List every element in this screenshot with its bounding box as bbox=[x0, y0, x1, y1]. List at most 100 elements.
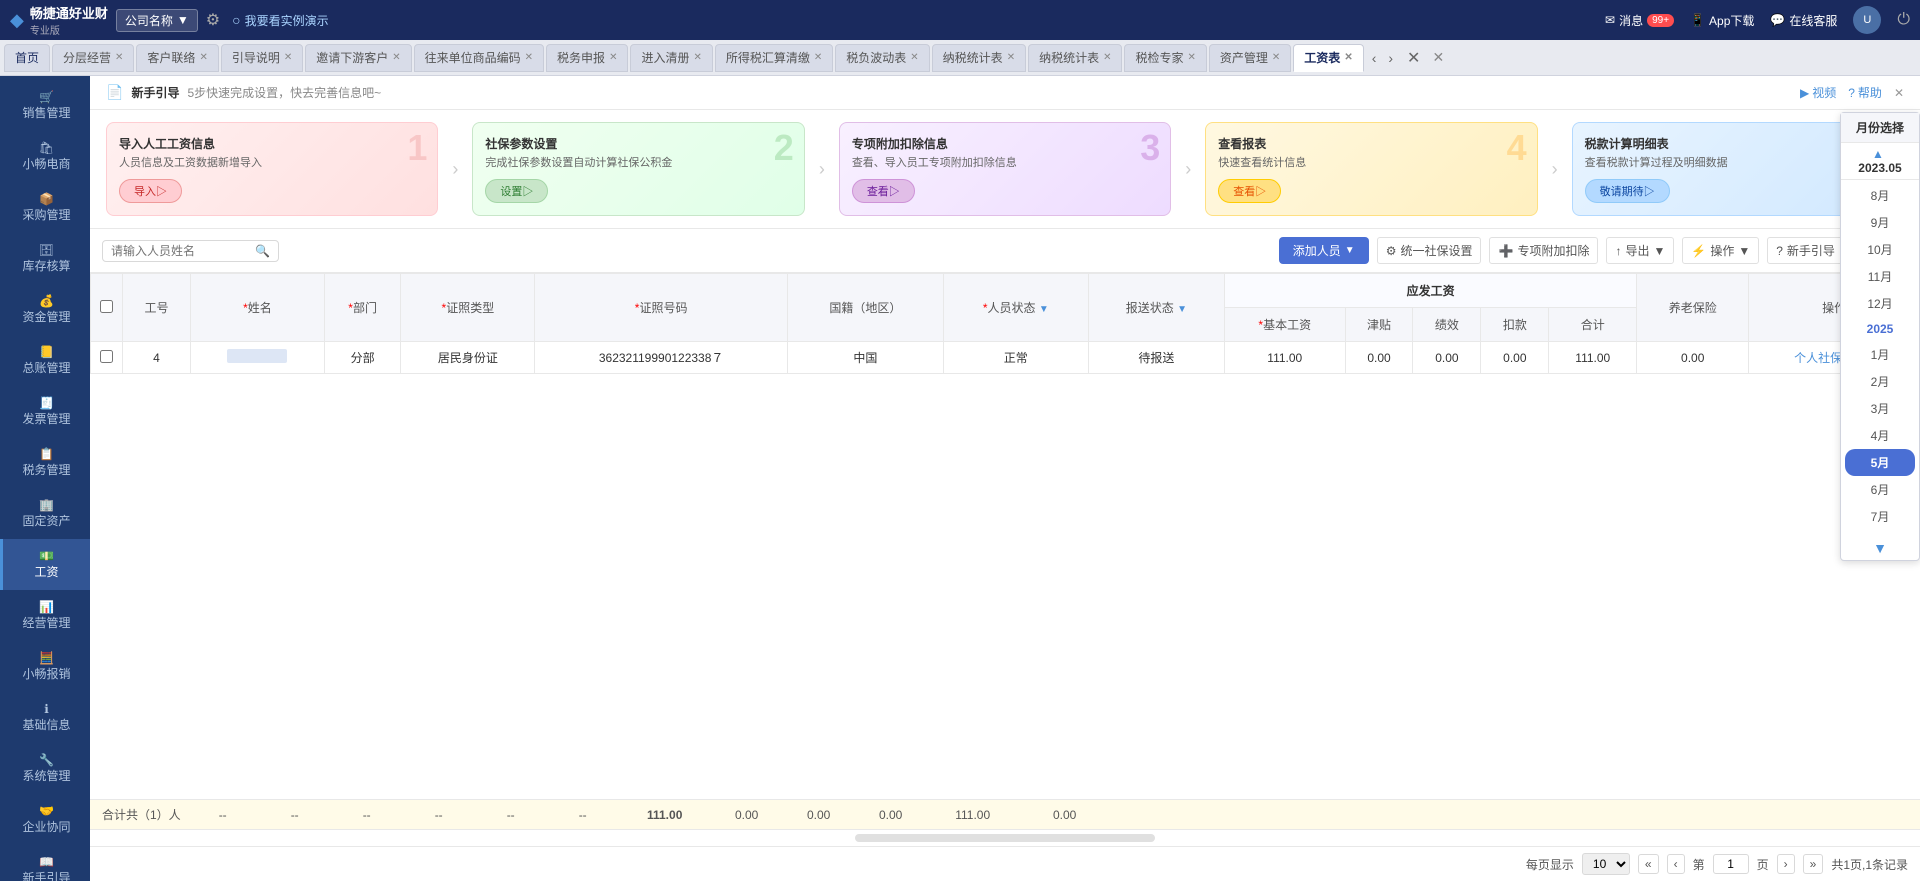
sidebar-item-tax[interactable]: 📋 税务管理 bbox=[0, 437, 90, 488]
tab-wages[interactable]: 工资表 ✕ bbox=[1293, 44, 1363, 72]
tab-close-icon[interactable]: ✕ bbox=[1007, 52, 1015, 63]
tab-10[interactable]: 纳税统计表 ✕ bbox=[932, 44, 1026, 72]
tab-3[interactable]: 引导说明 ✕ bbox=[221, 44, 303, 72]
sidebar-item-ecommerce[interactable]: 🛍 小畅电商 bbox=[0, 131, 90, 182]
tab-close-icon[interactable]: ✕ bbox=[284, 52, 292, 63]
company-dropdown[interactable]: 公司名称 ▼ bbox=[116, 9, 198, 32]
month-9[interactable]: 9月 bbox=[1845, 209, 1915, 236]
per-page-select[interactable]: 10 20 50 bbox=[1582, 853, 1630, 875]
tab-2[interactable]: 客户联络 ✕ bbox=[136, 44, 218, 72]
sidebar-item-basic[interactable]: ℹ 基础信息 bbox=[0, 692, 90, 743]
month-10[interactable]: 10月 bbox=[1845, 236, 1915, 263]
tab-close-icon[interactable]: ✕ bbox=[1272, 52, 1280, 63]
sidebar-item-operations[interactable]: 📊 经营管理 bbox=[0, 590, 90, 641]
next-page-btn[interactable]: › bbox=[1777, 854, 1795, 874]
row-checkbox[interactable] bbox=[100, 350, 113, 363]
add-person-btn[interactable]: 添加人员 ▼ bbox=[1279, 237, 1369, 264]
month-11[interactable]: 11月 bbox=[1845, 263, 1915, 290]
export-btn[interactable]: ↑ 导出 ▼ bbox=[1606, 237, 1674, 264]
guide-help-link[interactable]: ? 帮助 bbox=[1848, 84, 1882, 101]
tab-close-active-icon[interactable]: ✕ bbox=[1344, 52, 1352, 63]
select-all-checkbox[interactable] bbox=[100, 300, 113, 313]
month-12[interactable]: 12月 bbox=[1845, 290, 1915, 317]
tab-close-icon[interactable]: ✕ bbox=[693, 52, 701, 63]
month-panel-nav-up[interactable]: ▲ bbox=[1872, 147, 1884, 161]
sidebar-item-guide[interactable]: 📖 新手引导 bbox=[0, 845, 90, 881]
sidebar-item-collab[interactable]: 🤝 企业协同 bbox=[0, 794, 90, 845]
message-btn[interactable]: ✉ 消息 99+ bbox=[1605, 12, 1674, 29]
online-service-btn[interactable]: 💬 在线客服 bbox=[1770, 12, 1837, 29]
step-btn-1[interactable]: 导入▷ bbox=[119, 179, 182, 203]
tab-7[interactable]: 进入清册 ✕ bbox=[630, 44, 712, 72]
month-8[interactable]: 8月 bbox=[1845, 182, 1915, 209]
tab-4[interactable]: 邀请下游客户 ✕ bbox=[305, 44, 411, 72]
tab-13[interactable]: 资产管理 ✕ bbox=[1209, 44, 1291, 72]
month-3[interactable]: 3月 bbox=[1845, 395, 1915, 422]
social-security-btn[interactable]: ⚙ 统一社保设置 bbox=[1377, 237, 1482, 264]
tab-home[interactable]: 首页 bbox=[4, 44, 50, 72]
month-5[interactable]: 5月 bbox=[1845, 449, 1915, 476]
personal-insurance-link[interactable]: 个人社保 bbox=[1794, 351, 1842, 365]
search-input[interactable] bbox=[111, 244, 251, 258]
tab-close-icon[interactable]: ✕ bbox=[525, 52, 533, 63]
newcomer-guide-btn[interactable]: ? 新手引导 bbox=[1767, 237, 1844, 264]
sidebar-item-ledger[interactable]: 📒 总账管理 bbox=[0, 335, 90, 386]
demo-link[interactable]: ○ 我要看实例演示 bbox=[232, 12, 328, 29]
guide-close-btn[interactable]: ✕ bbox=[1894, 86, 1904, 100]
avatar[interactable]: U bbox=[1853, 6, 1881, 34]
tab-next-btn[interactable]: › bbox=[1382, 50, 1399, 66]
month-4[interactable]: 4月 bbox=[1845, 422, 1915, 449]
step-btn-2[interactable]: 设置▷ bbox=[485, 179, 548, 203]
search-icon[interactable]: 🔍 bbox=[255, 244, 270, 258]
tab-close-icon[interactable]: ✕ bbox=[1103, 52, 1111, 63]
tab-close-icon[interactable]: ✕ bbox=[814, 52, 822, 63]
sidebar-item-invoice[interactable]: 🧾 发票管理 bbox=[0, 386, 90, 437]
tab-close-icon[interactable]: ✕ bbox=[609, 52, 617, 63]
tab-9[interactable]: 税负波动表 ✕ bbox=[835, 44, 929, 72]
tab-12[interactable]: 税检专家 ✕ bbox=[1124, 44, 1206, 72]
sidebar-item-inventory[interactable]: 🗄 库存核算 bbox=[0, 233, 90, 284]
tab-1[interactable]: 分层经营 ✕ bbox=[52, 44, 134, 72]
month-6[interactable]: 6月 bbox=[1845, 476, 1915, 503]
horizontal-scrollbar[interactable] bbox=[855, 834, 1155, 842]
nav-down-icon[interactable]: ▼ bbox=[1873, 540, 1887, 556]
sidebar-item-purchase[interactable]: 📦 采购管理 bbox=[0, 182, 90, 233]
guide-video-link[interactable]: ▶ 视频 bbox=[1800, 84, 1836, 101]
prev-page-btn[interactable]: ‹ bbox=[1667, 854, 1685, 874]
send-filter-icon[interactable]: ▼ bbox=[1177, 304, 1187, 315]
sidebar-item-finance[interactable]: 💰 资金管理 bbox=[0, 284, 90, 335]
tab-11[interactable]: 纳税统计表 ✕ bbox=[1028, 44, 1122, 72]
tab-close-icon[interactable]: ✕ bbox=[1188, 52, 1196, 63]
tab-5[interactable]: 往来单位商品编码 ✕ bbox=[414, 44, 544, 72]
sidebar-item-sales[interactable]: 🛒 销售管理 bbox=[0, 80, 90, 131]
sidebar-item-wages[interactable]: 💵 工资 bbox=[0, 539, 90, 590]
tab-close-all-btn[interactable]: ✕ bbox=[1432, 49, 1444, 66]
tab-close-icon[interactable]: ✕ bbox=[392, 52, 400, 63]
settings-icon[interactable]: ⚙ bbox=[206, 10, 220, 30]
month-2[interactable]: 2月 bbox=[1845, 368, 1915, 395]
tab-close-icon[interactable]: ✕ bbox=[199, 52, 207, 63]
first-page-btn[interactable]: « bbox=[1638, 854, 1659, 874]
tab-6[interactable]: 税务申报 ✕ bbox=[546, 44, 628, 72]
sidebar-item-expense[interactable]: 🧮 小畅报销 bbox=[0, 641, 90, 692]
power-icon[interactable]: ⏻ bbox=[1897, 11, 1910, 29]
step-btn-5[interactable]: 敬请期待▷ bbox=[1585, 179, 1670, 203]
special-deduction-btn[interactable]: ➕ 专项附加扣除 bbox=[1489, 237, 1598, 264]
sidebar-item-assets[interactable]: 🏢 固定资产 bbox=[0, 488, 90, 539]
status-filter-icon[interactable]: ▼ bbox=[1039, 304, 1049, 315]
step-btn-4[interactable]: 查看▷ bbox=[1218, 179, 1281, 203]
last-page-btn[interactable]: » bbox=[1803, 854, 1824, 874]
month-1[interactable]: 1月 bbox=[1845, 341, 1915, 368]
page-input[interactable]: 1 bbox=[1713, 854, 1749, 874]
month-panel-nav-down[interactable]: ▼ bbox=[1841, 536, 1919, 560]
tab-close-icon[interactable]: ✕ bbox=[910, 52, 918, 63]
step-btn-3[interactable]: 查看▷ bbox=[852, 179, 915, 203]
app-download-btn[interactable]: 📱 App下载 bbox=[1690, 12, 1754, 29]
sidebar-item-system[interactable]: 🔧 系统管理 bbox=[0, 743, 90, 794]
month-7[interactable]: 7月 bbox=[1845, 503, 1915, 530]
tab-prev-btn[interactable]: ‹ bbox=[1366, 50, 1383, 66]
tab-close-icon[interactable]: ✕ bbox=[115, 52, 123, 63]
tab-8[interactable]: 所得税汇算清缴 ✕ bbox=[715, 44, 833, 72]
operations-btn[interactable]: ⚡ 操作 ▼ bbox=[1682, 237, 1759, 264]
tab-add-btn[interactable]: ✕ bbox=[1399, 48, 1428, 68]
